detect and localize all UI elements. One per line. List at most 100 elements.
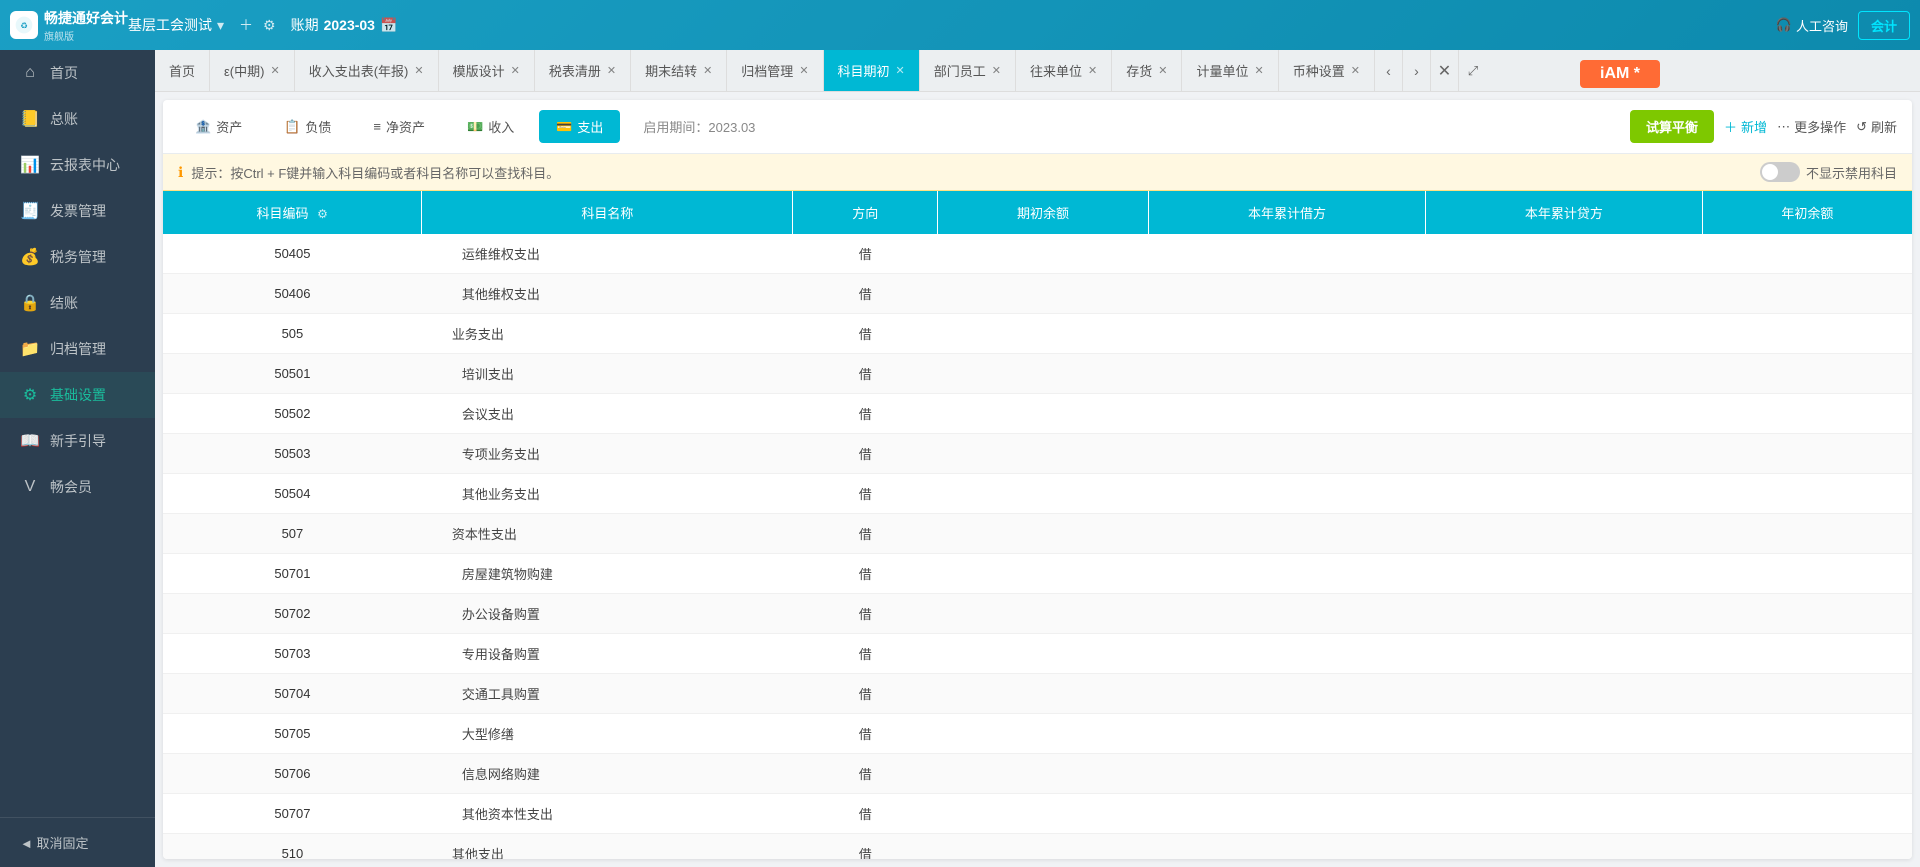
cell-year-opening (1702, 474, 1912, 514)
tab-currency-close[interactable]: ✕ (1351, 64, 1360, 77)
logo-text-area: 畅捷通好会计 旗舰版 (44, 8, 128, 43)
refresh-button[interactable]: ↺ 刷新 (1856, 117, 1897, 136)
cell-code: 50504 (163, 474, 422, 514)
kuaiji-button[interactable]: 会计 (1858, 11, 1910, 40)
table-row[interactable]: 50702办公设备购置借 (163, 594, 1912, 634)
filter-expense[interactable]: 💳 支出 (539, 110, 620, 143)
tab-period-end-close[interactable]: ✕ (703, 64, 712, 77)
table-row[interactable]: 505业务支出借 (163, 314, 1912, 354)
tab-income-close[interactable]: ✕ (414, 64, 423, 77)
filter-assets[interactable]: 🏦 资产 (178, 110, 259, 143)
company-dropdown-icon[interactable]: ▾ (217, 17, 224, 34)
cell-ytd-credit (1425, 434, 1702, 474)
table-row[interactable]: 510其他支出借 (163, 834, 1912, 860)
cell-ytd-credit (1425, 634, 1702, 674)
sidebar-item-closing[interactable]: 🔒 结账 (0, 280, 155, 326)
table-row[interactable]: 50501培训支出借 (163, 354, 1912, 394)
col-gear-icon[interactable]: ⚙ (317, 207, 328, 221)
tab-close-all[interactable]: ✕ (1431, 50, 1459, 91)
table-row[interactable]: 50406其他维权支出借 (163, 274, 1912, 314)
table-row[interactable]: 50705大型修缮借 (163, 714, 1912, 754)
tab-dept[interactable]: 部门员工 ✕ (920, 50, 1016, 91)
sidebar-item-home[interactable]: ⌂ 首页 (0, 50, 155, 96)
cell-opening (938, 554, 1149, 594)
filter-income[interactable]: 💵 收入 (450, 110, 531, 143)
tab-contact[interactable]: 往来单位 ✕ (1016, 50, 1112, 91)
table-row[interactable]: 50706信息网络购建借 (163, 754, 1912, 794)
table-row[interactable]: 50502会议支出借 (163, 394, 1912, 434)
add-button[interactable]: ＋ 新增 (1724, 117, 1767, 136)
more-button[interactable]: ⋯ 更多操作 (1777, 117, 1846, 136)
table-row[interactable]: 50707其他资本性支出借 (163, 794, 1912, 834)
tab-contact-close[interactable]: ✕ (1088, 64, 1097, 77)
tab-tax-label: 税表清册 (549, 61, 601, 80)
tab-home[interactable]: 首页 (155, 50, 210, 91)
tab-subject-close[interactable]: ✕ (896, 64, 905, 77)
cell-opening (938, 514, 1149, 554)
sidebar-item-member[interactable]: V 畅会员 (0, 464, 155, 510)
table-row[interactable]: 50503专项业务支出借 (163, 434, 1912, 474)
sidebar-item-reports[interactable]: 📊 云报表中心 (0, 142, 155, 188)
calendar-icon[interactable]: 📅 (380, 17, 397, 34)
cell-opening (938, 274, 1149, 314)
tab-archive-close[interactable]: ✕ (799, 64, 808, 77)
tab-unit[interactable]: 计量单位 ✕ (1182, 50, 1278, 91)
sidebar-item-label: 发票管理 (50, 201, 106, 221)
tab-income[interactable]: 收入支出表(年报) ✕ (295, 50, 439, 91)
filter-liability[interactable]: 📋 负债 (267, 110, 348, 143)
add-company-btn[interactable]: ＋ (239, 15, 253, 35)
cell-name: 会议支出 (422, 394, 793, 434)
sidebar-item-label: 结账 (50, 293, 78, 313)
tab-archive[interactable]: 归档管理 ✕ (727, 50, 823, 91)
tab-nav-prev[interactable]: ‹ (1375, 50, 1403, 91)
cell-code: 50704 (163, 674, 422, 714)
tab-subject[interactable]: 科目期初 ✕ (824, 50, 920, 91)
sidebar-collapse-btn[interactable]: ◄ 取消固定 (0, 817, 155, 867)
settings-icon[interactable]: ⚙ (263, 17, 276, 34)
sidebar-item-archive[interactable]: 📁 归档管理 (0, 326, 155, 372)
sidebar-item-settings[interactable]: ⚙ 基础设置 (0, 372, 155, 418)
tab-tax[interactable]: 税表清册 ✕ (535, 50, 631, 91)
table-row[interactable]: 507资本性支出借 (163, 514, 1912, 554)
filter-net-assets[interactable]: ≡ 净资产 (356, 110, 442, 143)
tab-template-close[interactable]: ✕ (511, 64, 520, 77)
table-row[interactable]: 50504其他业务支出借 (163, 474, 1912, 514)
tab-dept-label: 部门员工 (934, 61, 986, 80)
tab-tax-close[interactable]: ✕ (607, 64, 616, 77)
table-row[interactable]: 50701房屋建筑物购建借 (163, 554, 1912, 594)
cell-code: 50502 (163, 394, 422, 434)
sidebar-item-general-ledger[interactable]: 📒 总账 (0, 96, 155, 142)
sidebar-item-invoice[interactable]: 🧾 发票管理 (0, 188, 155, 234)
tab-currency[interactable]: 币种设置 ✕ (1279, 50, 1375, 91)
tab-dept-close[interactable]: ✕ (992, 64, 1001, 77)
disable-toggle[interactable] (1760, 162, 1800, 182)
header-right: 🎧 人工咨询 会计 (1776, 11, 1910, 40)
tab-inventory-close[interactable]: ✕ (1158, 64, 1167, 77)
tab-expand[interactable]: ⤢ (1459, 50, 1487, 91)
sidebar-item-tax[interactable]: 💰 税务管理 (0, 234, 155, 280)
tab-period-end[interactable]: 期末结转 ✕ (631, 50, 727, 91)
cell-ytd-debit (1148, 474, 1425, 514)
cell-code: 507 (163, 514, 422, 554)
logo-sub: 旗舰版 (44, 28, 128, 43)
cell-name: 其他资本性支出 (422, 794, 793, 834)
cell-direction: 借 (793, 634, 938, 674)
table-row[interactable]: 50405运维维权支出借 (163, 234, 1912, 274)
cell-name: 专项业务支出 (422, 434, 793, 474)
cell-direction: 借 (793, 714, 938, 754)
sidebar-item-guide[interactable]: 📖 新手引导 (0, 418, 155, 464)
tab-balance[interactable]: ε(中期) ✕ (210, 50, 295, 91)
tab-template[interactable]: 模版设计 ✕ (439, 50, 535, 91)
cell-opening (938, 754, 1149, 794)
table-row[interactable]: 50703专用设备购置借 (163, 634, 1912, 674)
cell-direction: 借 (793, 274, 938, 314)
tab-balance-close[interactable]: ✕ (270, 64, 279, 77)
tab-unit-close[interactable]: ✕ (1254, 64, 1263, 77)
support-button[interactable]: 🎧 人工咨询 (1776, 16, 1848, 35)
balance-button[interactable]: 试算平衡 (1630, 110, 1714, 143)
tab-nav-next[interactable]: › (1403, 50, 1431, 91)
cell-name: 业务支出 (422, 314, 793, 354)
tab-contact-label: 往来单位 (1030, 61, 1082, 80)
table-row[interactable]: 50704交通工具购置借 (163, 674, 1912, 714)
tab-inventory[interactable]: 存货 ✕ (1112, 50, 1182, 91)
